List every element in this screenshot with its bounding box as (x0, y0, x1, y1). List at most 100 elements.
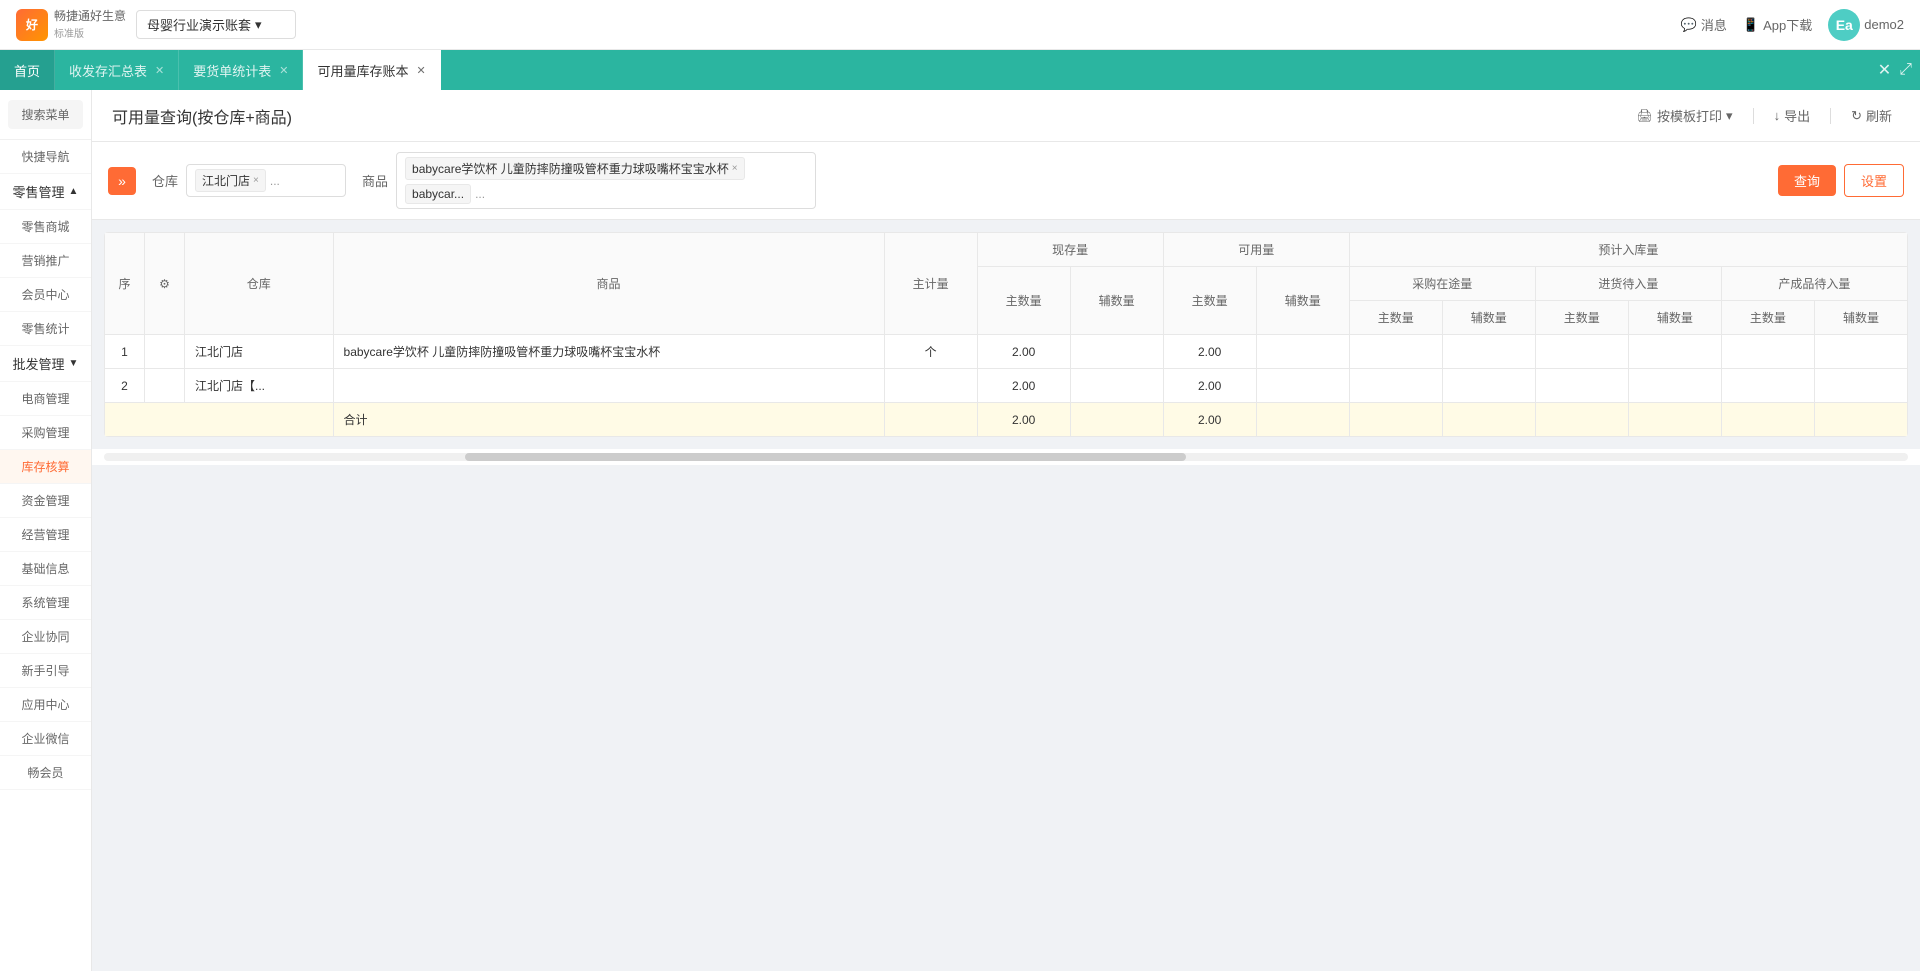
logo-icon: 好 (16, 9, 48, 41)
tab-home[interactable]: 首页 (0, 50, 55, 90)
export-btn[interactable]: ↓ 导出 (1766, 102, 1819, 129)
th-settings[interactable]: ⚙ (145, 233, 185, 335)
message-action[interactable]: 💬 消息 (1681, 15, 1727, 34)
tab-expand-icon[interactable]: ⤢ (1899, 61, 1912, 79)
tab-receipts-close[interactable]: ✕ (155, 64, 164, 77)
export-icon: ↓ (1774, 108, 1781, 123)
sidebar-item-operations[interactable]: 经营管理 (0, 518, 91, 552)
sidebar-item-app-center[interactable]: 应用中心 (0, 688, 91, 722)
row2-production-aux (1814, 369, 1907, 403)
tab-receipts[interactable]: 收发存汇总表 ✕ (55, 50, 179, 90)
double-right-icon: » (118, 173, 126, 189)
sidebar-item-inventory-check[interactable]: 库存核算 (0, 450, 91, 484)
table-row: 2 江北门店【... 2.00 2.00 (105, 369, 1908, 403)
row1-product: babycare学饮杯 儿童防摔防撞吸管杯重力球吸嘴杯宝宝水杯 (333, 335, 884, 369)
refresh-btn[interactable]: ↻ 刷新 (1843, 102, 1900, 129)
warehouse-tag-value: 江北门店 (202, 172, 250, 189)
query-button[interactable]: 查询 (1778, 165, 1836, 196)
sidebar-item-retail-mall[interactable]: 零售商城 (0, 210, 91, 244)
refresh-icon: ↻ (1851, 108, 1862, 124)
product-tag2-value: babycar... (412, 187, 464, 201)
product-filter-label: 商品 (362, 171, 388, 190)
sidebar-item-ecommerce[interactable]: 电商管理 (0, 382, 91, 416)
th-stock-aux: 辅数量 (1070, 267, 1163, 335)
inventory-table: 序 ⚙ 仓库 商品 主计量 现存量 可用量 预计入库量 主数量 辅数量 主数量 … (104, 232, 1908, 437)
row1-production-aux (1814, 335, 1907, 369)
row1-incoming-main (1535, 335, 1628, 369)
print-label: 按模板打印 (1657, 106, 1722, 125)
sidebar-item-wechat[interactable]: 企业微信 (0, 722, 91, 756)
logo-sub: 标准版 (54, 25, 126, 40)
user-action[interactable]: Ea demo2 (1828, 9, 1904, 41)
top-header: 好 畅捷通好生意 标准版 母婴行业演示账套 ▾ 💬 消息 📱 App下载 Ea … (0, 0, 1920, 50)
product-tag1-close[interactable]: × (732, 163, 738, 174)
industry-selector[interactable]: 母婴行业演示账套 ▾ (136, 10, 296, 39)
row1-warehouse: 江北门店 (185, 335, 334, 369)
table-container: 序 ⚙ 仓库 商品 主计量 现存量 可用量 预计入库量 主数量 辅数量 主数量 … (104, 232, 1908, 437)
system-label: 系统管理 (21, 596, 69, 610)
footer-seq-cells (105, 403, 334, 437)
filter-actions: 查询 设置 (1778, 164, 1904, 197)
scroll-thumb[interactable] (465, 453, 1187, 461)
row2-unit (884, 369, 977, 403)
download-label: App下载 (1763, 15, 1812, 34)
avatar: Ea (1828, 9, 1860, 41)
footer-p6 (1814, 403, 1907, 437)
filter-bar: » 仓库 江北门店 × ... 商品 babycare学饮杯 儿童防摔防撞吸管杯… (92, 142, 1920, 220)
industry-label: 母婴行业演示账套 (147, 15, 251, 34)
th-available-group: 可用量 (1163, 233, 1349, 267)
th-purchase-on-way-aux: 辅数量 (1442, 301, 1535, 335)
warehouse-tag: 江北门店 × (195, 169, 266, 192)
basic-info-label: 基础信息 (21, 562, 69, 576)
row1-stock-aux (1070, 335, 1163, 369)
sidebar-item-newbie[interactable]: 新手引导 (0, 654, 91, 688)
sidebar-item-wholesale-mgmt[interactable]: 批发管理 ▼ (0, 346, 91, 382)
sidebar-item-purchase[interactable]: 采购管理 (0, 416, 91, 450)
footer-stock-aux (1070, 403, 1163, 437)
tab-close-all-icon[interactable]: ✕ (1878, 60, 1891, 80)
tab-orders-close[interactable]: ✕ (279, 64, 288, 77)
wechat-label: 企业微信 (21, 732, 69, 746)
member-label: 会员中心 (21, 288, 69, 302)
tab-orders-label: 要货单统计表 (193, 61, 271, 80)
avatar-text: Ea (1836, 17, 1853, 33)
sidebar-item-enterprise[interactable]: 企业协同 (0, 620, 91, 654)
tab-inventory[interactable]: 可用量库存账本 ✕ (303, 50, 440, 90)
sidebar-item-retail-stats[interactable]: 零售统计 (0, 312, 91, 346)
search-menu-btn[interactable]: 搜索菜单 (8, 100, 83, 129)
table-footer-row: 合计 2.00 2.00 (105, 403, 1908, 437)
sidebar-item-retail-mgmt[interactable]: 零售管理 ▲ (0, 174, 91, 210)
print-template-btn[interactable]: 🖨 按模板打印 ▾ (1629, 102, 1741, 129)
tab-inventory-label: 可用量库存账本 (317, 61, 408, 80)
newbie-label: 新手引导 (21, 664, 69, 678)
warehouse-tag-close[interactable]: × (253, 175, 259, 186)
purchase-label: 采购管理 (21, 426, 69, 440)
tab-receipts-label: 收发存汇总表 (69, 61, 147, 80)
tab-home-label: 首页 (14, 61, 40, 80)
th-production-group: 产成品待入量 (1721, 267, 1907, 301)
warehouse-filter-input[interactable]: 江北门店 × ... (186, 164, 346, 197)
chevron-up-icon: ▲ (69, 186, 79, 197)
row2-available-aux (1256, 369, 1349, 403)
product-more-indicator[interactable]: ... (475, 187, 485, 201)
scroll-track[interactable] (104, 453, 1908, 461)
tab-orders[interactable]: 要货单统计表 ✕ (179, 50, 303, 90)
tab-bar: 首页 收发存汇总表 ✕ 要货单统计表 ✕ 可用量库存账本 ✕ ✕ ⤢ (0, 50, 1920, 90)
tab-inventory-close[interactable]: ✕ (417, 64, 426, 77)
th-stock-group: 现存量 (977, 233, 1163, 267)
sidebar-item-marketing[interactable]: 营销推广 (0, 244, 91, 278)
sidebar-item-vip[interactable]: 畅会员 (0, 756, 91, 790)
marketing-label: 营销推广 (21, 254, 69, 268)
th-product: 商品 (333, 233, 884, 335)
sidebar-item-system[interactable]: 系统管理 (0, 586, 91, 620)
product-tag1-value: babycare学饮杯 儿童防摔防撞吸管杯重力球吸嘴杯宝宝水杯 (412, 160, 729, 177)
sidebar-item-member[interactable]: 会员中心 (0, 278, 91, 312)
download-action[interactable]: 📱 App下载 (1743, 15, 1812, 34)
product-filter-input[interactable]: babycare学饮杯 儿童防摔防撞吸管杯重力球吸嘴杯宝宝水杯 × babyca… (396, 152, 816, 209)
filter-expand-btn[interactable]: » (108, 167, 136, 195)
warehouse-more-indicator[interactable]: ... (270, 174, 280, 188)
sidebar-item-finance[interactable]: 资金管理 (0, 484, 91, 518)
sidebar-item-basic-info[interactable]: 基础信息 (0, 552, 91, 586)
setting-button[interactable]: 设置 (1844, 164, 1904, 197)
row2-seq: 2 (105, 369, 145, 403)
